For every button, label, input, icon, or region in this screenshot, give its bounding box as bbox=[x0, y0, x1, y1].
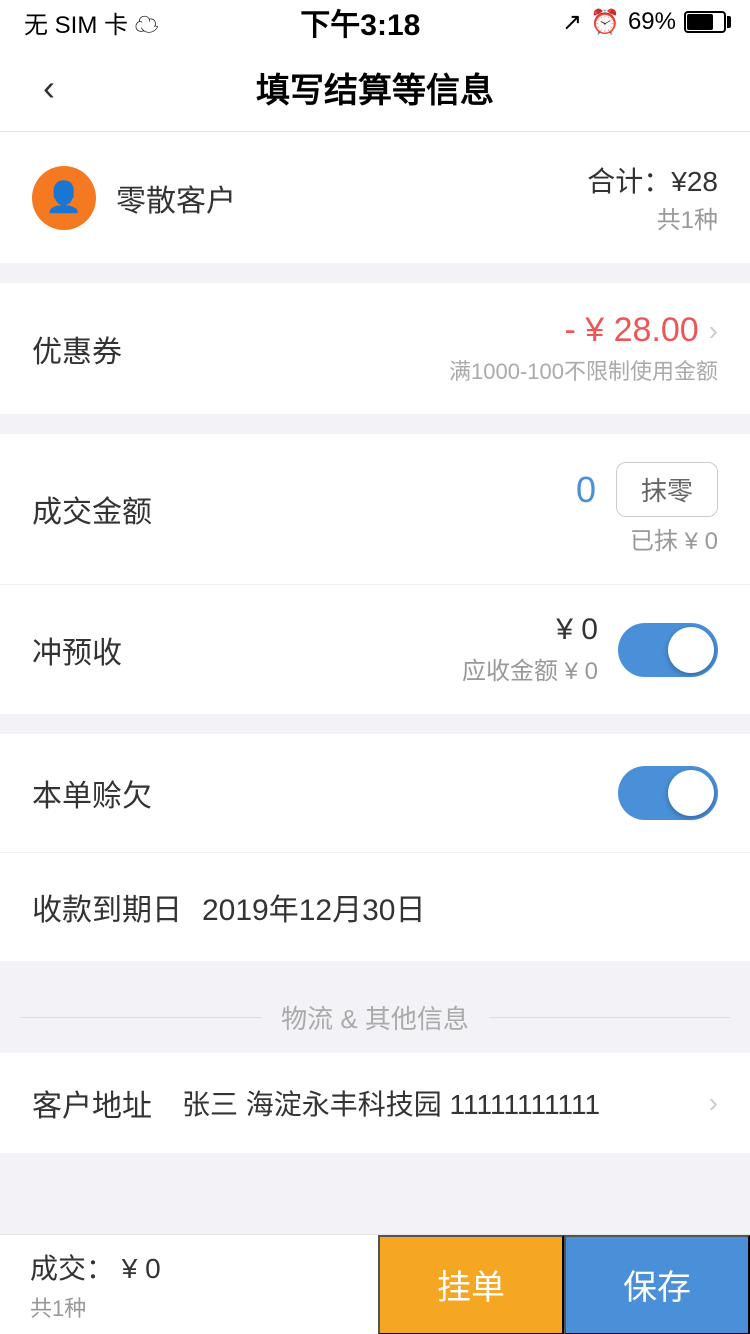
transaction-section: 成交金额 0 抹零 已抹 ¥ 0 冲预收 ¥ 0 应收金额 ¥ 0 bbox=[0, 434, 750, 714]
advance-label: 冲预收 bbox=[32, 628, 122, 672]
alarm-icon: ⏰ bbox=[590, 8, 620, 37]
overdue-section: 本单赊欠 收款到期日 2019年12月30日 bbox=[0, 734, 750, 961]
status-bar-time: 下午3:18 bbox=[300, 0, 420, 44]
overdue-toggle-knob bbox=[668, 770, 714, 816]
gap-3 bbox=[0, 714, 750, 734]
advance-receivable: 应收金额 ¥ 0 bbox=[462, 651, 598, 686]
gap-1 bbox=[0, 263, 750, 283]
address-section[interactable]: 客户地址 张三 海淀永丰科技园 11111111111 › bbox=[0, 1053, 750, 1153]
coupon-amount: - ¥ 28.00 bbox=[564, 311, 698, 350]
coupon-desc: 满1000-100不限制使用金额 bbox=[449, 354, 718, 386]
gap-4 bbox=[0, 961, 750, 981]
nav-bar: ‹ 填写结算等信息 bbox=[0, 44, 750, 132]
customer-total: 合计：¥28 bbox=[587, 160, 718, 200]
round-button[interactable]: 抹零 bbox=[616, 462, 718, 517]
address-chevron-icon: › bbox=[709, 1087, 718, 1119]
advance-amount: ¥ 0 bbox=[556, 613, 598, 647]
customer-count: 共1种 bbox=[587, 200, 718, 235]
coupon-right: - ¥ 28.00 › 满1000-100不限制使用金额 bbox=[449, 311, 718, 386]
due-date-row: 收款到期日 2019年12月30日 bbox=[0, 852, 750, 961]
customer-row: 👤 零散客户 合计：¥28 共1种 bbox=[0, 132, 750, 263]
customer-section: 👤 零散客户 合计：¥28 共1种 bbox=[0, 132, 750, 263]
status-bar: 无 SIM 卡 ☁ 下午3:18 ↗ ⏰ 69% bbox=[0, 0, 750, 44]
overdue-label: 本单赊欠 bbox=[32, 771, 152, 815]
logistics-divider: 物流 & 其他信息 bbox=[0, 981, 750, 1053]
hang-button[interactable]: 挂单 bbox=[378, 1235, 564, 1334]
signal-text: 无 SIM 卡 ☁ bbox=[24, 5, 159, 40]
logistics-line-right bbox=[489, 1017, 730, 1018]
logistics-label: 物流 & 其他信息 bbox=[281, 999, 469, 1036]
bottom-count: 共1种 bbox=[30, 1291, 348, 1323]
battery-percent: 69% bbox=[628, 8, 676, 36]
customer-summary: 合计：¥28 共1种 bbox=[587, 160, 718, 235]
coupon-label: 优惠券 bbox=[32, 327, 122, 371]
due-date-label: 收款到期日 bbox=[32, 885, 182, 929]
status-bar-right: ↗ ⏰ 69% bbox=[562, 8, 726, 37]
deal-amount: ¥ 0 bbox=[122, 1253, 161, 1284]
location-icon: ↗ bbox=[562, 8, 582, 37]
toggle-knob bbox=[668, 627, 714, 673]
address-row[interactable]: 客户地址 张三 海淀永丰科技园 11111111111 › bbox=[0, 1053, 750, 1153]
gap-2 bbox=[0, 414, 750, 434]
address-value: 张三 海淀永丰科技园 11111111111 bbox=[182, 1083, 699, 1123]
bottom-summary: 成交： ¥ 0 共1种 bbox=[0, 1247, 378, 1323]
customer-name: 零散客户 bbox=[116, 176, 236, 220]
back-button[interactable]: ‹ bbox=[24, 63, 74, 113]
customer-avatar: 👤 bbox=[32, 166, 96, 230]
due-date-value: 2019年12月30日 bbox=[202, 885, 425, 929]
advance-right: ¥ 0 应收金额 ¥ 0 bbox=[462, 613, 598, 686]
transaction-row: 成交金额 0 抹零 已抹 ¥ 0 bbox=[0, 434, 750, 585]
overdue-row: 本单赊欠 bbox=[0, 734, 750, 852]
chevron-right-icon: › bbox=[709, 315, 718, 347]
transaction-right: 0 抹零 已抹 ¥ 0 bbox=[536, 462, 718, 556]
battery-icon bbox=[684, 11, 726, 33]
status-bar-left: 无 SIM 卡 ☁ bbox=[24, 5, 159, 40]
overdue-toggle[interactable] bbox=[618, 766, 718, 820]
gap-5 bbox=[0, 1153, 750, 1193]
bottom-bar: 成交： ¥ 0 共1种 挂单 保存 bbox=[0, 1234, 750, 1334]
deducted-label: 已抹 ¥ 0 bbox=[630, 521, 718, 556]
coupon-row[interactable]: 优惠券 - ¥ 28.00 › 满1000-100不限制使用金额 bbox=[0, 283, 750, 414]
transaction-label: 成交金额 bbox=[32, 487, 152, 531]
logistics-line-left bbox=[20, 1017, 261, 1018]
page-title: 填写结算等信息 bbox=[256, 63, 494, 112]
content-area: 👤 零散客户 合计：¥28 共1种 优惠券 - ¥ 28.00 › 满1000-… bbox=[0, 132, 750, 1293]
advance-row: 冲预收 ¥ 0 应收金额 ¥ 0 bbox=[0, 585, 750, 714]
transaction-value[interactable]: 0 bbox=[536, 469, 596, 511]
address-label: 客户地址 bbox=[32, 1081, 152, 1125]
deal-label: 成交： bbox=[30, 1253, 114, 1284]
bottom-deal: 成交： ¥ 0 bbox=[30, 1247, 348, 1287]
save-button[interactable]: 保存 bbox=[564, 1235, 750, 1334]
coupon-section[interactable]: 优惠券 - ¥ 28.00 › 满1000-100不限制使用金额 bbox=[0, 283, 750, 414]
advance-toggle[interactable] bbox=[618, 623, 718, 677]
